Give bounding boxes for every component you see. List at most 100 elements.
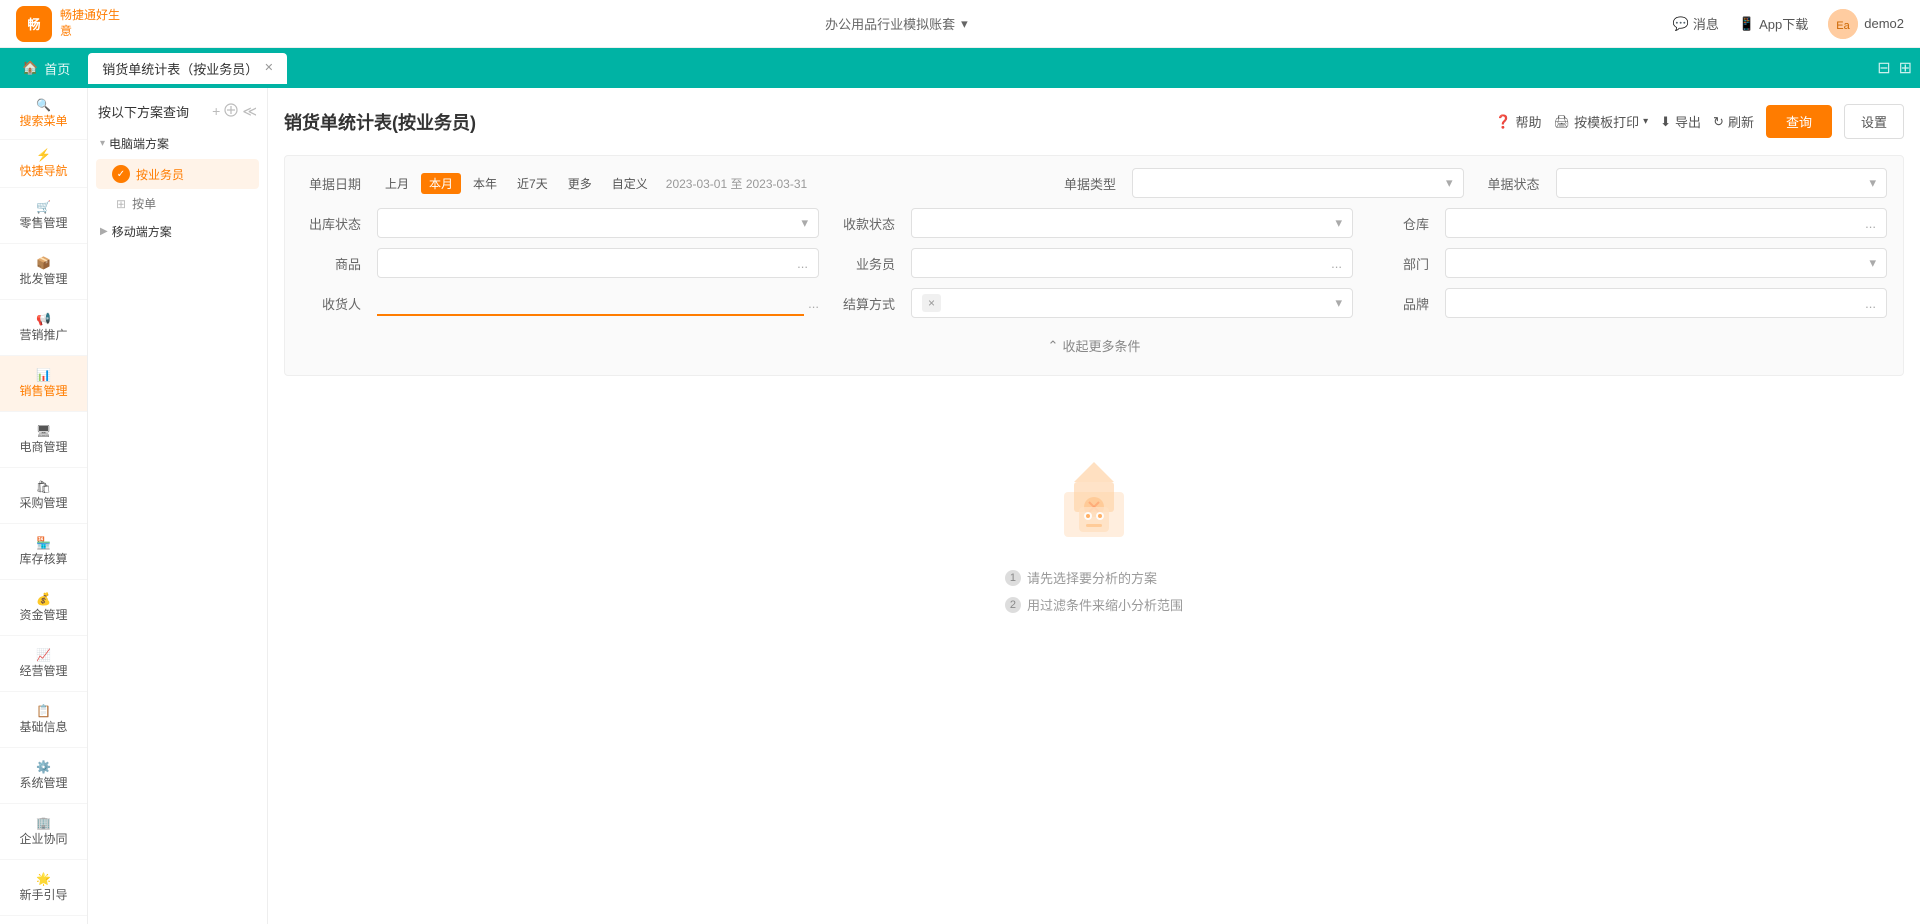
consignee-input[interactable] [377,291,804,316]
help-label: 帮助 [1516,112,1542,131]
tab-minimize-icon[interactable]: ⊟ [1877,58,1890,78]
page-title-row: 销货单统计表(按业务员) ❓ 帮助 🖨 按模板打印 ▾ ⬇ 导出 [284,104,1904,139]
settlement-tag-close[interactable]: × [928,296,935,310]
inventory-icon: 🏪 [4,536,83,550]
warehouse-control[interactable]: ... [1445,208,1887,238]
date-tab-7days[interactable]: 近7天 [509,173,556,194]
sidebar-item-quicknav[interactable]: ⚡ 快捷导航 [0,140,87,188]
collapse-filter-button[interactable]: ⌃ 收起更多条件 [301,328,1887,363]
dept-control[interactable]: ▾ [1445,248,1887,278]
sidebar-item-purchase[interactable]: 🛍 采购管理 [0,468,87,524]
tab-sales-stats[interactable]: 销货单统计表（按业务员） ✕ [88,53,287,84]
tab-home-label: 首页 [44,59,70,78]
brand-dots: ... [1865,296,1876,311]
scheme-sub-by-order[interactable]: ⊞ 按单 [92,190,263,217]
dept-select[interactable]: ▾ [1445,248,1887,278]
sidebar-item-enterprise[interactable]: 🏢 企业协同 [0,804,87,860]
sidebar-item-inventory[interactable]: 🏪 库存核算 [0,524,87,580]
doc-status-select[interactable]: ▾ [1556,168,1888,198]
out-status-select[interactable]: ▾ [377,208,819,238]
tip-text-1: 请先选择要分析的方案 [1027,568,1157,587]
newbie-icon: 🌟 [4,872,83,886]
goods-control[interactable]: ... [377,248,819,278]
export-button[interactable]: ⬇ 导出 [1660,112,1701,131]
goods-label: 商品 [301,254,361,273]
sidebar-ecommerce-label: 电商管理 [4,438,83,455]
dept-arrow: ▾ [1869,255,1876,271]
app-download-button[interactable]: 📱 App下载 [1739,14,1808,33]
date-tab-custom[interactable]: 自定义 [604,173,656,194]
out-status-arrow: ▾ [801,215,808,231]
tab-maximize-icon[interactable]: ⊞ [1899,58,1912,78]
template-print-button[interactable]: 🖨 按模板打印 ▾ [1554,112,1649,131]
warehouse-select[interactable]: ... [1445,208,1887,238]
sidebar-item-wholesale[interactable]: 📦 批发管理 [0,244,87,300]
sidebar-item-system[interactable]: ⚙️ 系统管理 [0,748,87,804]
settlement-control[interactable]: × ▾ [911,288,1353,318]
sidebar-item-ecommerce[interactable]: 🖥 电商管理 [0,412,87,468]
enterprise-icon: 🏢 [4,816,83,830]
salesman-select[interactable]: ... [911,248,1353,278]
tip-text-2: 用过滤条件来缩小分析范围 [1027,595,1183,614]
date-tab-more[interactable]: 更多 [560,173,600,194]
mobile-group-label: 移动端方案 [112,223,172,240]
marketing-icon: 📢 [4,312,83,326]
collapse-icon: ⌃ [1048,338,1059,354]
setting-button[interactable]: 设置 [1844,104,1904,139]
export-label: 导出 [1675,112,1701,131]
doc-type-control[interactable]: ▾ [1132,168,1464,198]
nav-icon: ⚡ [8,148,79,162]
refresh-button[interactable]: ↻ 刷新 [1713,112,1754,131]
date-tab-this-month[interactable]: 本月 [421,173,461,194]
add-scheme-icon[interactable]: + [212,103,220,120]
brand-select[interactable]: ... [1445,288,1887,318]
date-tab-last-month[interactable]: 上月 [377,173,417,194]
doc-status-control[interactable]: ▾ [1556,168,1888,198]
message-label: 消息 [1693,14,1719,33]
settlement-tag: × [922,294,941,312]
message-button[interactable]: 💬 消息 [1673,14,1719,33]
mobile-scheme-group-title[interactable]: ▶ 移动端方案 [92,217,263,246]
sidebar-item-appstore[interactable]: 🔲 应用中心 [0,916,87,924]
receive-status-control[interactable]: ▾ [911,208,1353,238]
left-panel-header: 按以下方案查询 + ≪ [88,98,267,129]
collapse-panel-icon[interactable]: ≪ [242,103,257,120]
sidebar-item-marketing[interactable]: 📢 营销推广 [0,300,87,356]
sidebar-item-newbie[interactable]: 🌟 新手引导 [0,860,87,916]
scheme-item-by-salesman[interactable]: ✓ 按业务员 [96,159,259,189]
edit-scheme-icon[interactable] [224,103,238,120]
user-menu[interactable]: Ea demo2 [1828,9,1904,39]
sidebar-item-finance[interactable]: 💰 资金管理 [0,580,87,636]
sidebar-item-retail[interactable]: 🛒 零售管理 [0,188,87,244]
goods-select[interactable]: ... [377,248,819,278]
message-icon: 💬 [1673,16,1689,32]
sidebar-item-operations[interactable]: 📈 经营管理 [0,636,87,692]
receive-status-select[interactable]: ▾ [911,208,1353,238]
pc-group-label: 电脑端方案 [109,135,169,152]
warehouse-dots: ... [1865,216,1876,231]
settlement-arrow: ▾ [1335,295,1342,311]
salesman-label: 业务员 [835,254,895,273]
sidebar-item-basics[interactable]: 📋 基础信息 [0,692,87,748]
brand-control[interactable]: ... [1445,288,1887,318]
date-tab-this-year[interactable]: 本年 [465,173,505,194]
settlement-select[interactable]: × ▾ [911,288,1353,318]
sidebar: 🔍 搜索菜单 ⚡ 快捷导航 🛒 零售管理 📦 批发管理 📢 营销推广 📊 销售管… [0,88,88,924]
doc-type-select[interactable]: ▾ [1132,168,1464,198]
tab-close-icon[interactable]: ✕ [264,63,273,74]
left-panel-icons: + ≪ [212,103,257,120]
tab-home[interactable]: 🏠 首页 [8,53,84,84]
help-button[interactable]: ❓ 帮助 [1495,112,1541,131]
filter-row-2: 出库状态 ▾ 收款状态 ▾ 仓库 [301,208,1887,238]
salesman-control[interactable]: ... [911,248,1353,278]
breadcrumb[interactable]: 办公用品行业模拟账套 ▾ [825,14,968,33]
date-range-text: 2023-03-01 至 2023-03-31 [666,175,807,192]
sidebar-item-search[interactable]: 🔍 搜索菜单 [0,88,87,140]
out-status-control[interactable]: ▾ [377,208,819,238]
query-button[interactable]: 查询 [1766,105,1832,138]
settlement-label: 结算方式 [835,294,895,313]
sidebar-item-sales[interactable]: 📊 销售管理 [0,356,87,412]
consignee-control[interactable]: ... [377,291,819,316]
pc-scheme-group-title[interactable]: ▾ 电脑端方案 [92,129,263,158]
pc-group-arrow: ▾ [100,138,105,149]
